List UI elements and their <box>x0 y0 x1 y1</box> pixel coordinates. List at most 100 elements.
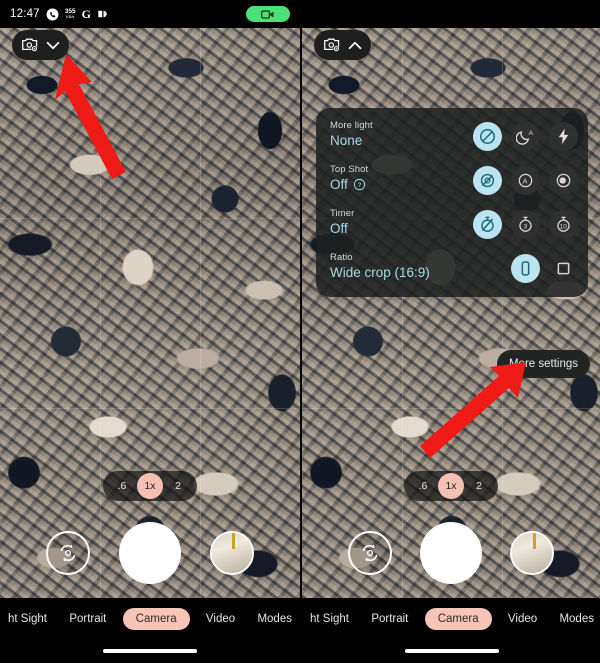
zoom-option-0-right[interactable]: .6 <box>410 473 436 499</box>
mode-camera[interactable]: Camera <box>122 608 190 630</box>
more-light-options: A <box>473 120 578 151</box>
shutter-button[interactable] <box>118 522 181 584</box>
camera-viewfinder-left[interactable] <box>0 28 300 598</box>
mode-portrait[interactable]: Portrait <box>63 608 112 630</box>
ratio-text: Ratio Wide crop (16:9) <box>330 252 511 280</box>
timer-10s-icon: 10 <box>557 216 570 232</box>
top-shot-options: A <box>473 164 578 195</box>
home-indicator[interactable] <box>103 649 197 653</box>
mode-video[interactable]: Video <box>200 608 241 630</box>
grid-line-v2 <box>200 28 201 598</box>
option-timer-3s[interactable]: 3 <box>511 210 540 239</box>
mode-modes[interactable]: Modes <box>251 608 298 630</box>
zoom-option-2-right[interactable]: 2 <box>466 473 492 499</box>
gallery-thumbnail-button-right[interactable] <box>510 531 554 575</box>
option-timer-off[interactable] <box>473 210 502 239</box>
top-shot-text: Top Shot Off ? <box>330 164 473 192</box>
zoom-option-1-right[interactable]: 1x <box>438 473 464 499</box>
camera-controls-right <box>302 521 600 585</box>
option-top-shot-auto[interactable]: A <box>511 166 540 195</box>
option-top-shot-on[interactable] <box>549 166 578 195</box>
mode-night-sight[interactable]: ht Sight <box>2 608 53 630</box>
mode-portrait-right[interactable]: Portrait <box>365 608 414 630</box>
top-shot-auto-icon: A <box>518 173 533 188</box>
phone-icon <box>46 8 59 21</box>
option-ratio-wide[interactable] <box>511 254 540 283</box>
video-record-icon <box>261 9 274 19</box>
gallery-thumbnail-image <box>211 533 252 573</box>
network-speed-unit: KB/s <box>65 14 75 20</box>
screen-record-indicator <box>246 6 290 22</box>
timer-off-icon <box>481 216 494 232</box>
phone-screen-left: 12:47 355 KB/s G .6 1x 2 ht Sight Portra… <box>0 0 300 663</box>
night-sight-auto-icon: A <box>516 130 534 145</box>
screenshot-stage: 12:47 355 KB/s G .6 1x 2 ht Sight Portra… <box>0 0 600 663</box>
google-badge-icon: G <box>81 6 91 21</box>
grid-line-h2 <box>0 408 300 409</box>
more-light-text: More light None <box>330 120 473 148</box>
camera-settings-icon <box>324 38 340 52</box>
mode-list-right: ht Sight Portrait Camera Video Modes <box>302 598 600 640</box>
mode-video-right[interactable]: Video <box>502 608 543 630</box>
mode-modes-right[interactable]: Modes <box>553 608 600 630</box>
gallery-thumbnail-button[interactable] <box>209 531 254 575</box>
network-speed-indicator: 355 KB/s <box>65 8 76 20</box>
grid-line-h1 <box>0 218 300 219</box>
viewfinder-preview-image <box>0 28 300 598</box>
svg-text:10: 10 <box>560 223 568 230</box>
no-flash-icon <box>480 129 495 144</box>
svg-text:?: ? <box>357 182 361 189</box>
option-top-shot-off[interactable] <box>473 166 502 195</box>
option-night-sight-auto[interactable]: A <box>511 122 540 151</box>
camera-settings-chip-expanded[interactable] <box>314 30 371 60</box>
chevron-up-icon <box>348 41 362 49</box>
more-light-label: More light <box>330 120 373 131</box>
option-timer-10s[interactable]: 10 <box>549 210 578 239</box>
status-time: 12:47 <box>10 8 40 20</box>
flip-camera-button-right[interactable] <box>348 531 392 575</box>
mode-night-sight-right[interactable]: ht Sight <box>304 608 355 630</box>
flash-on-icon <box>558 128 569 145</box>
ratio-square-icon <box>557 262 570 275</box>
ratio-value: Wide crop (16:9) <box>330 265 430 280</box>
zoom-option-0[interactable]: .6 <box>109 473 135 499</box>
timer-label: Timer <box>330 208 355 219</box>
mode-camera-right[interactable]: Camera <box>424 608 492 630</box>
home-indicator-right[interactable] <box>405 649 499 653</box>
phone-screen-right: More light None A Top Shot Off ? A Timer… <box>300 0 600 663</box>
more-settings-button[interactable]: More settings <box>496 350 590 378</box>
camera-settings-icon <box>22 38 38 52</box>
option-ratio-square[interactable] <box>549 254 578 283</box>
svg-text:3: 3 <box>523 223 527 230</box>
zoom-control-right[interactable]: .6 1x 2 <box>404 471 498 501</box>
shutter-button-right[interactable] <box>420 522 482 584</box>
grid-line-h2-right <box>302 408 600 409</box>
zoom-option-1[interactable]: 1x <box>137 473 163 499</box>
more-light-value: None <box>330 133 363 148</box>
more-settings-label: More settings <box>508 358 578 370</box>
camera-settings-chip[interactable] <box>12 30 69 60</box>
timer-3s-icon: 3 <box>519 216 532 232</box>
flip-camera-icon <box>362 544 378 562</box>
camera-controls-left <box>0 521 300 585</box>
option-flash-on[interactable] <box>549 122 578 151</box>
setting-row-top-shot: Top Shot Off ? A <box>330 164 578 195</box>
timer-options: 3 10 <box>473 208 578 239</box>
setting-row-timer: Timer Off 3 10 <box>330 208 578 239</box>
ratio-wide-icon <box>521 261 530 276</box>
battery-icon <box>97 9 110 19</box>
top-shot-label: Top Shot <box>330 164 369 175</box>
help-question-icon[interactable]: ? <box>353 178 366 191</box>
flip-camera-button[interactable] <box>46 531 91 575</box>
grid-line-v1 <box>100 28 101 598</box>
mode-bar-left: ht Sight Portrait Camera Video Modes <box>0 598 300 663</box>
status-bar-left: 12:47 355 KB/s G <box>0 0 300 28</box>
mode-list-left: ht Sight Portrait Camera Video Modes <box>0 598 300 640</box>
setting-row-more-light: More light None A <box>330 120 578 151</box>
option-no-flash[interactable] <box>473 122 502 151</box>
timer-value: Off <box>330 221 348 236</box>
zoom-control-left[interactable]: .6 1x 2 <box>103 471 197 501</box>
zoom-option-2[interactable]: 2 <box>165 473 191 499</box>
top-shot-value: Off ? <box>330 177 473 192</box>
top-shot-value-text: Off <box>330 177 348 192</box>
